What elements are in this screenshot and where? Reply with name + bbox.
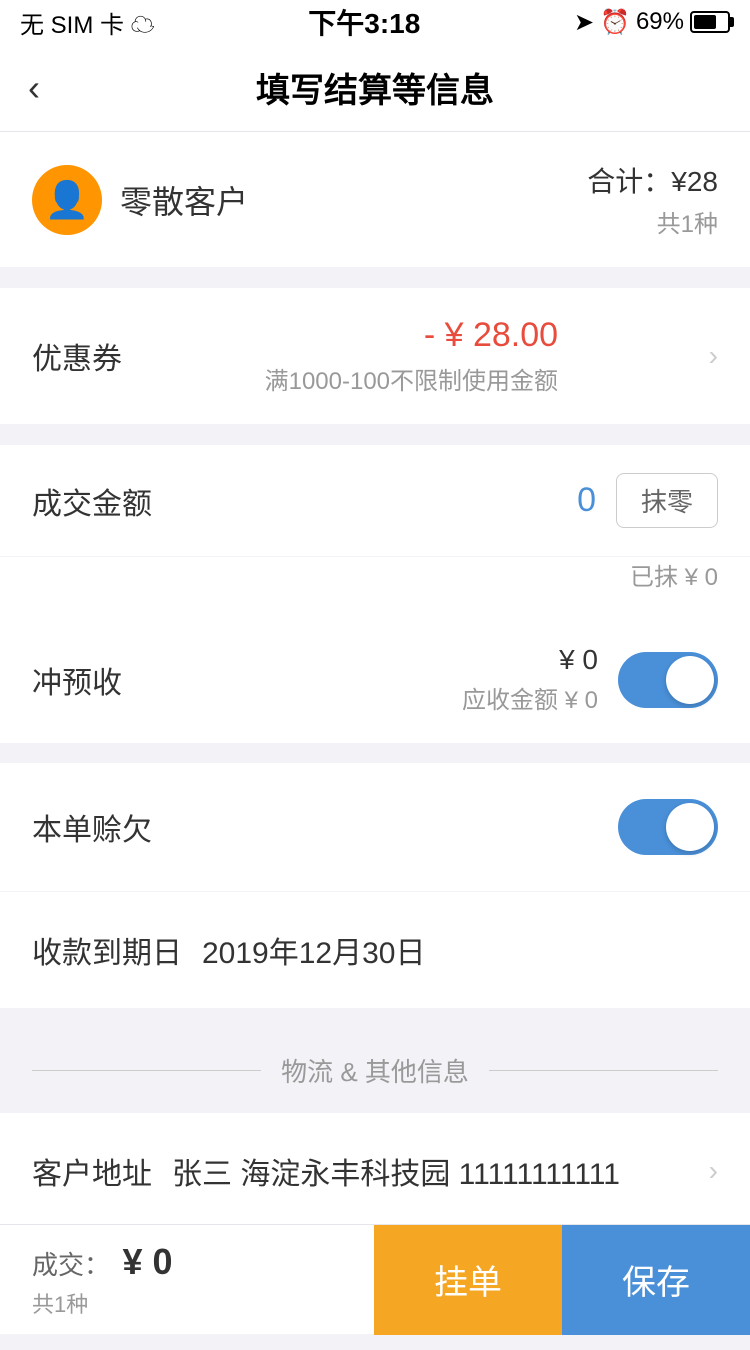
due-date-row: 收款到期日 2019年12月30日 (0, 892, 750, 1008)
coupon-label: 优惠券 (32, 334, 122, 378)
avatar-icon: 👤 (45, 179, 90, 221)
address-card: 客户地址 张三 海淀永丰科技园 11111111111 › (0, 1113, 750, 1230)
alarm-icon: ⏰ (600, 8, 630, 37)
customer-count: 共1种 (587, 204, 718, 239)
coupon-sub: 满1000-100不限制使用金额 (265, 361, 558, 396)
deal-amount-right: 0 抹零 (577, 473, 718, 528)
bottom-deal-info: 成交： ¥ 0 共1种 (0, 1241, 374, 1319)
customer-name: 零散客户 (120, 177, 248, 223)
page-title: 填写结算等信息 (256, 63, 494, 112)
customer-total-info: 合计：¥28 共1种 (587, 160, 718, 239)
round-zero-button[interactable]: 抹零 (616, 473, 718, 528)
logistics-line-right (489, 1070, 718, 1071)
bottom-count: 共1种 (32, 1287, 342, 1319)
divider-4 (0, 1008, 750, 1028)
battery-icon (690, 11, 730, 33)
address-label: 客户地址 (32, 1149, 152, 1193)
logistics-header: 物流 & 其他信息 (0, 1028, 750, 1113)
precollect-label: 冲预收 (32, 658, 122, 702)
back-button[interactable]: ‹ (28, 67, 40, 109)
divider-3 (0, 743, 750, 763)
precollect-toggle[interactable] (618, 652, 718, 708)
bottom-deal-row: 成交： ¥ 0 (32, 1241, 342, 1283)
deal-amount-row: 成交金额 0 抹零 (0, 445, 750, 557)
precollect-amount: ¥ 0 (462, 644, 598, 676)
status-bar: 无 SIM 卡 ☁ 下午3:18 ➤ ⏰ 69% (0, 0, 750, 44)
debt-toggle[interactable] (618, 799, 718, 855)
debt-label: 本单赊欠 (32, 805, 152, 849)
logistics-label: 物流 & 其他信息 (261, 1052, 489, 1089)
location-icon: ➤ (574, 8, 594, 37)
address-value: 张三 海淀永丰科技园 11111111111 (172, 1149, 701, 1193)
customer-total: 合计：¥28 (587, 160, 718, 200)
coupon-card: 优惠券 - ¥ 28.00 满1000-100不限制使用金额 › (0, 288, 750, 425)
debt-card: 本单赊欠 收款到期日 2019年12月30日 (0, 763, 750, 1008)
precollect-info: ¥ 0 应收金额 ¥ 0 (462, 644, 598, 715)
battery-percent: 69% (636, 8, 684, 36)
address-row[interactable]: 客户地址 张三 海淀永丰科技园 11111111111 › (0, 1113, 750, 1230)
due-date-value: 2019年12月30日 (202, 928, 425, 972)
coupon-right: - ¥ 28.00 满1000-100不限制使用金额 (265, 316, 558, 396)
logistics-line-left (32, 1070, 261, 1071)
address-right: › (701, 1155, 718, 1187)
coupon-row[interactable]: 优惠券 - ¥ 28.00 满1000-100不限制使用金额 › (0, 288, 750, 425)
status-time: 下午3:18 (308, 2, 420, 42)
bottom-deal-amount: ¥ 0 (122, 1241, 172, 1282)
deal-sub-row: 已抹 ¥ 0 (0, 557, 750, 616)
divider-2 (0, 425, 750, 445)
deal-amount-value: 0 (577, 481, 596, 520)
sim-signal: 无 SIM 卡 ☁ (20, 5, 155, 40)
nav-bar: ‹ 填写结算等信息 (0, 44, 750, 132)
deal-sub-text: 已抹 ¥ 0 (630, 557, 718, 592)
status-right: ➤ ⏰ 69% (574, 8, 730, 37)
precollect-receivable: 应收金额 ¥ 0 (462, 680, 598, 715)
customer-avatar: 👤 (32, 165, 102, 235)
coupon-value: - ¥ 28.00 (424, 316, 558, 355)
due-date-label: 收款到期日 (32, 928, 182, 972)
save-button[interactable]: 保存 (562, 1225, 750, 1335)
bottom-bar: 成交： ¥ 0 共1种 挂单 保存 (0, 1224, 750, 1334)
debt-row: 本单赊欠 (0, 763, 750, 892)
precollect-row: 冲预收 ¥ 0 应收金额 ¥ 0 (0, 616, 750, 743)
customer-row: 👤 零散客户 合计：¥28 共1种 (0, 132, 750, 268)
status-left: 无 SIM 卡 ☁ (20, 5, 155, 40)
address-chevron-icon: › (709, 1155, 718, 1187)
deal-amount-card: 成交金额 0 抹零 已抹 ¥ 0 冲预收 ¥ 0 应收金额 ¥ 0 (0, 445, 750, 743)
content: 👤 零散客户 合计：¥28 共1种 优惠券 - ¥ 28.00 满1000-10… (0, 132, 750, 1350)
bottom-deal-label: 成交： (32, 1250, 110, 1280)
deal-amount-label: 成交金额 (32, 479, 152, 523)
hang-button[interactable]: 挂单 (374, 1225, 562, 1335)
customer-card: 👤 零散客户 合计：¥28 共1种 (0, 132, 750, 268)
customer-info: 👤 零散客户 (32, 165, 248, 235)
precollect-right: ¥ 0 应收金额 ¥ 0 (462, 644, 718, 715)
divider-1 (0, 268, 750, 288)
coupon-chevron-icon: › (709, 340, 718, 372)
